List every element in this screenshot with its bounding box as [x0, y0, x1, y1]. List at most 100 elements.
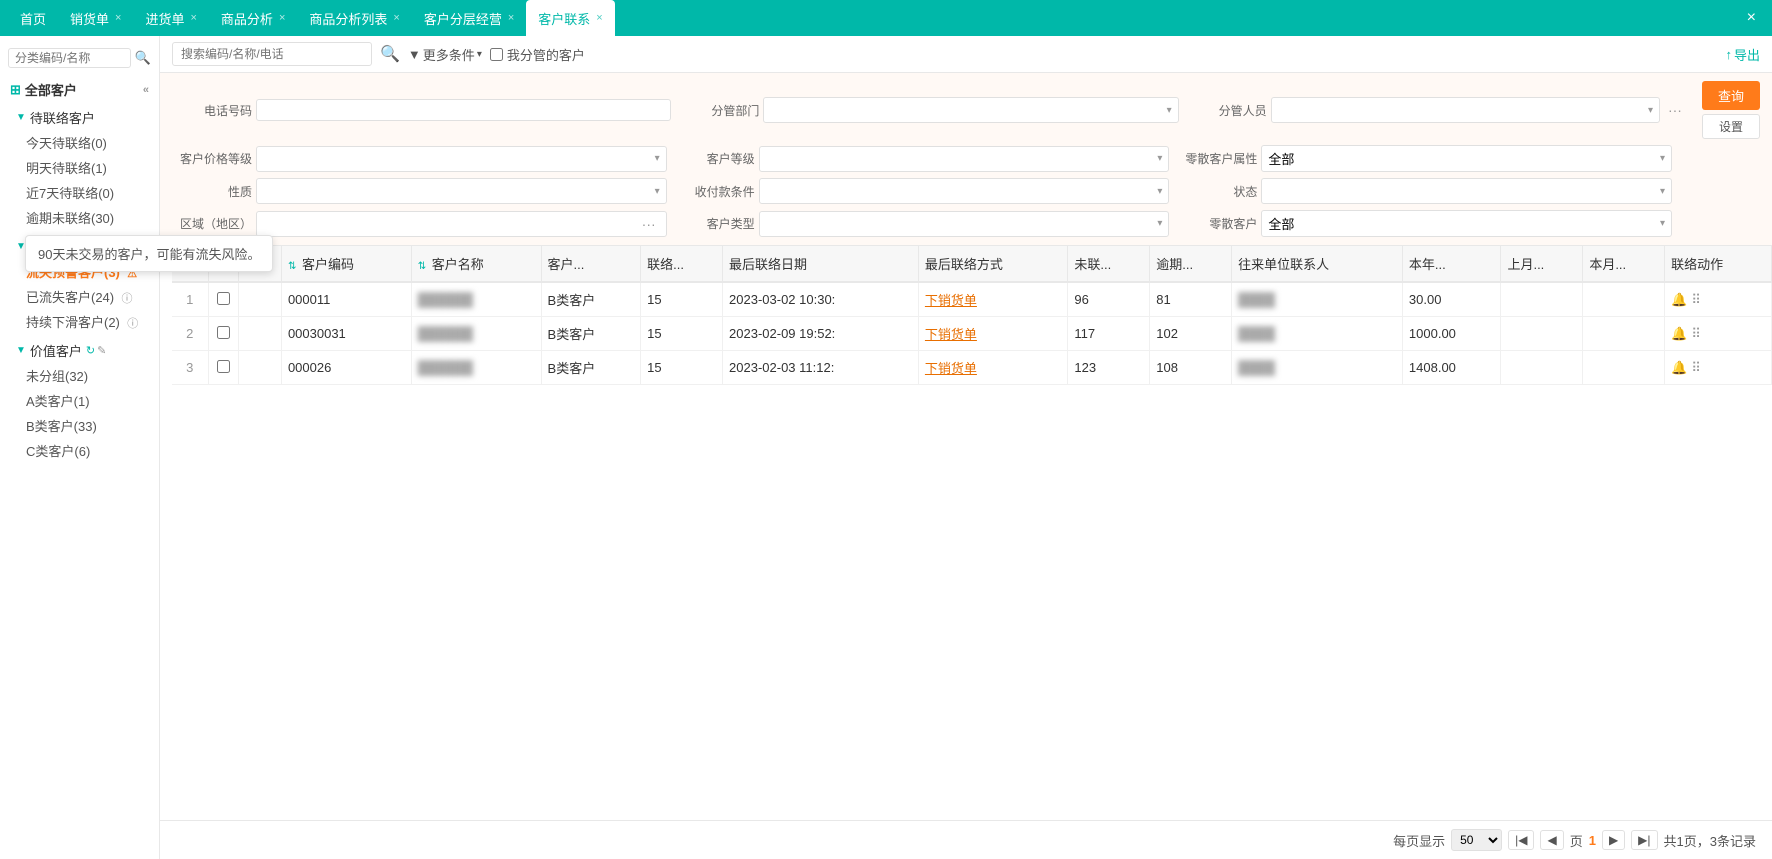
price-level-select[interactable]: ▾ [256, 146, 667, 172]
cell-type: B类客户 [541, 317, 641, 351]
sidebar-item-b-class[interactable]: B类客户(33) [0, 413, 159, 438]
sidebar-search-icon[interactable]: 🔍 [135, 50, 151, 66]
contact-icon[interactable]: 🔔 [1671, 326, 1687, 342]
zero-customer-select[interactable]: 全部 ▾ [1261, 210, 1672, 237]
collapse-icon[interactable]: « [143, 84, 149, 96]
col-name[interactable]: ⇅ 客户名称 [411, 246, 541, 282]
sidebar-root-label: 全部客户 [25, 80, 77, 99]
action-area: 查询 设置 [1702, 81, 1760, 139]
sidebar-item-week[interactable]: 近7天待联络(0) [0, 180, 159, 205]
refresh-icon[interactable]: ↻ [86, 344, 95, 357]
nav-tab-analysis[interactable]: 商品分析 × [209, 0, 297, 36]
cell-not-contact: 117 [1068, 317, 1150, 351]
search-input[interactable] [172, 42, 372, 66]
sidebar-item-a-class[interactable]: A类客户(1) [0, 388, 159, 413]
nav-tab-analysis-close[interactable]: × [279, 12, 285, 24]
nav-home[interactable]: 首页 [8, 9, 58, 28]
my-customers-checkbox[interactable]: 我分管的客户 [490, 45, 585, 64]
sidebar-search-input[interactable] [8, 48, 131, 68]
settings-button[interactable]: 设置 [1702, 114, 1760, 139]
filter-row-1: 电话号码 分管部门 ▾ 分管人员 ▾ ··· [172, 81, 1760, 139]
next-page-button[interactable]: ▶ [1602, 830, 1625, 850]
more-conditions-button[interactable]: ▼ 更多条件 ▾ [408, 45, 482, 64]
nav-tab-sales-close[interactable]: × [115, 12, 121, 24]
cell-not-contact: 96 [1068, 282, 1150, 317]
gender-select[interactable]: ▾ [256, 178, 667, 204]
sidebar-item-today[interactable]: 今天待联络(0) [0, 130, 159, 155]
my-customers-check[interactable] [490, 48, 503, 61]
nav-tab-purchase[interactable]: 进货单 × [133, 0, 208, 36]
cell-check[interactable] [208, 351, 238, 385]
manager-select[interactable]: ▾ [1271, 97, 1660, 123]
my-customers-label: 我分管的客户 [507, 45, 585, 64]
sidebar-item-overdue[interactable]: 逾期未联络(30) [0, 205, 159, 230]
sidebar-item-ungrouped[interactable]: 未分组(32) [0, 363, 159, 388]
row-checkbox[interactable] [217, 360, 230, 373]
more-action-icon[interactable]: ⠿ [1691, 292, 1701, 308]
cell-this-month [1583, 282, 1665, 317]
col-last-month-label: 上月... [1507, 257, 1544, 272]
contact-icon[interactable]: 🔔 [1671, 292, 1687, 308]
nav-tab-customer-contact-close[interactable]: × [596, 12, 602, 24]
edit-icon[interactable]: ✎ [97, 344, 106, 357]
dept-select[interactable]: ▾ [763, 97, 1178, 123]
region-select[interactable]: ··· [256, 211, 667, 237]
phone-input[interactable] [256, 99, 671, 121]
export-button[interactable]: ↑ 导出 [1725, 45, 1760, 64]
col-code[interactable]: ⇅ 客户编码 [281, 246, 411, 282]
last-page-button[interactable]: ▶| [1631, 830, 1657, 850]
zero-attr-select[interactable]: 全部 ▾ [1261, 145, 1672, 172]
sidebar-root[interactable]: ⊞ 全部客户 « [0, 76, 159, 103]
query-button[interactable]: 查询 [1702, 81, 1760, 110]
contact-icon[interactable]: 🔔 [1671, 360, 1687, 376]
first-page-button[interactable]: |◀ [1508, 830, 1534, 850]
sidebar-group-pending-title[interactable]: ▼ 待联络客户 [0, 105, 159, 130]
more-action-icon[interactable]: ⠿ [1691, 360, 1701, 376]
more-dots-region[interactable]: ··· [638, 216, 660, 232]
payment-select[interactable]: ▾ [759, 178, 1170, 204]
sidebar-item-declining[interactable]: 持续下滑客户(2) ⓘ [0, 309, 159, 334]
export-icon: ↑ [1725, 47, 1732, 62]
last-way-link[interactable]: 下销货单 [925, 361, 977, 376]
filter-search-icon[interactable]: 🔍 [380, 44, 400, 64]
cell-check[interactable] [208, 317, 238, 351]
nav-tab-analysis-list[interactable]: 商品分析列表 × [297, 0, 411, 36]
sidebar-item-lost[interactable]: 已流失客户(24) ⓘ [0, 284, 159, 309]
chevron-down-icon-payment: ▾ [1157, 186, 1162, 197]
sidebar-group-value-title[interactable]: ▼ 价值客户 ↻ ✎ [0, 338, 159, 363]
nav-tab-customer-contact[interactable]: 客户联系 × [526, 0, 614, 36]
row-checkbox[interactable] [217, 326, 230, 339]
cell-contact: 15 [641, 317, 723, 351]
nav-tab-customer-tier-close[interactable]: × [508, 12, 514, 24]
top-nav: 首页 销货单 × 进货单 × 商品分析 × 商品分析列表 × 客户分层经营 × … [0, 0, 1772, 36]
status-select[interactable]: ▾ [1261, 178, 1672, 204]
close-all-button[interactable]: × [1739, 9, 1764, 27]
last-way-link[interactable]: 下销货单 [925, 327, 977, 342]
total-info: 共1页，3条记录 [1664, 831, 1756, 850]
nav-tab-sales[interactable]: 销货单 × [58, 0, 133, 36]
cell-check[interactable] [208, 282, 238, 317]
filter-field-manager: 分管人员 ▾ ··· [1187, 97, 1686, 123]
cell-action: 🔔 ⠿ [1665, 351, 1772, 385]
sidebar-item-c-class[interactable]: C类客户(6) [0, 438, 159, 463]
last-way-link[interactable]: 下销货单 [925, 293, 977, 308]
nav-tab-analysis-list-close[interactable]: × [393, 12, 399, 24]
prev-page-button[interactable]: ◀ [1540, 830, 1563, 850]
customer-type-select[interactable]: ▾ [759, 211, 1170, 237]
customer-level-select[interactable]: ▾ [759, 146, 1170, 172]
nav-tab-purchase-close[interactable]: × [190, 12, 196, 24]
cell-name: ██████ [411, 317, 541, 351]
sidebar-item-tomorrow[interactable]: 明天待联络(1) [0, 155, 159, 180]
price-level-label: 客户价格等级 [172, 150, 252, 167]
per-page-select[interactable]: 50 20 100 [1451, 829, 1502, 851]
export-label: 导出 [1734, 45, 1760, 64]
more-dots-manager[interactable]: ··· [1664, 102, 1686, 118]
cell-this-year: 1000.00 [1402, 317, 1501, 351]
more-action-icon[interactable]: ⠿ [1691, 326, 1701, 342]
row-checkbox[interactable] [217, 292, 230, 305]
customer-level-label: 客户等级 [675, 150, 755, 167]
col-this-year: 本年... [1402, 246, 1501, 282]
action-icons: 🔔 ⠿ [1671, 360, 1765, 376]
page-label: 页 [1570, 831, 1583, 850]
nav-tab-customer-tier[interactable]: 客户分层经营 × [412, 0, 526, 36]
